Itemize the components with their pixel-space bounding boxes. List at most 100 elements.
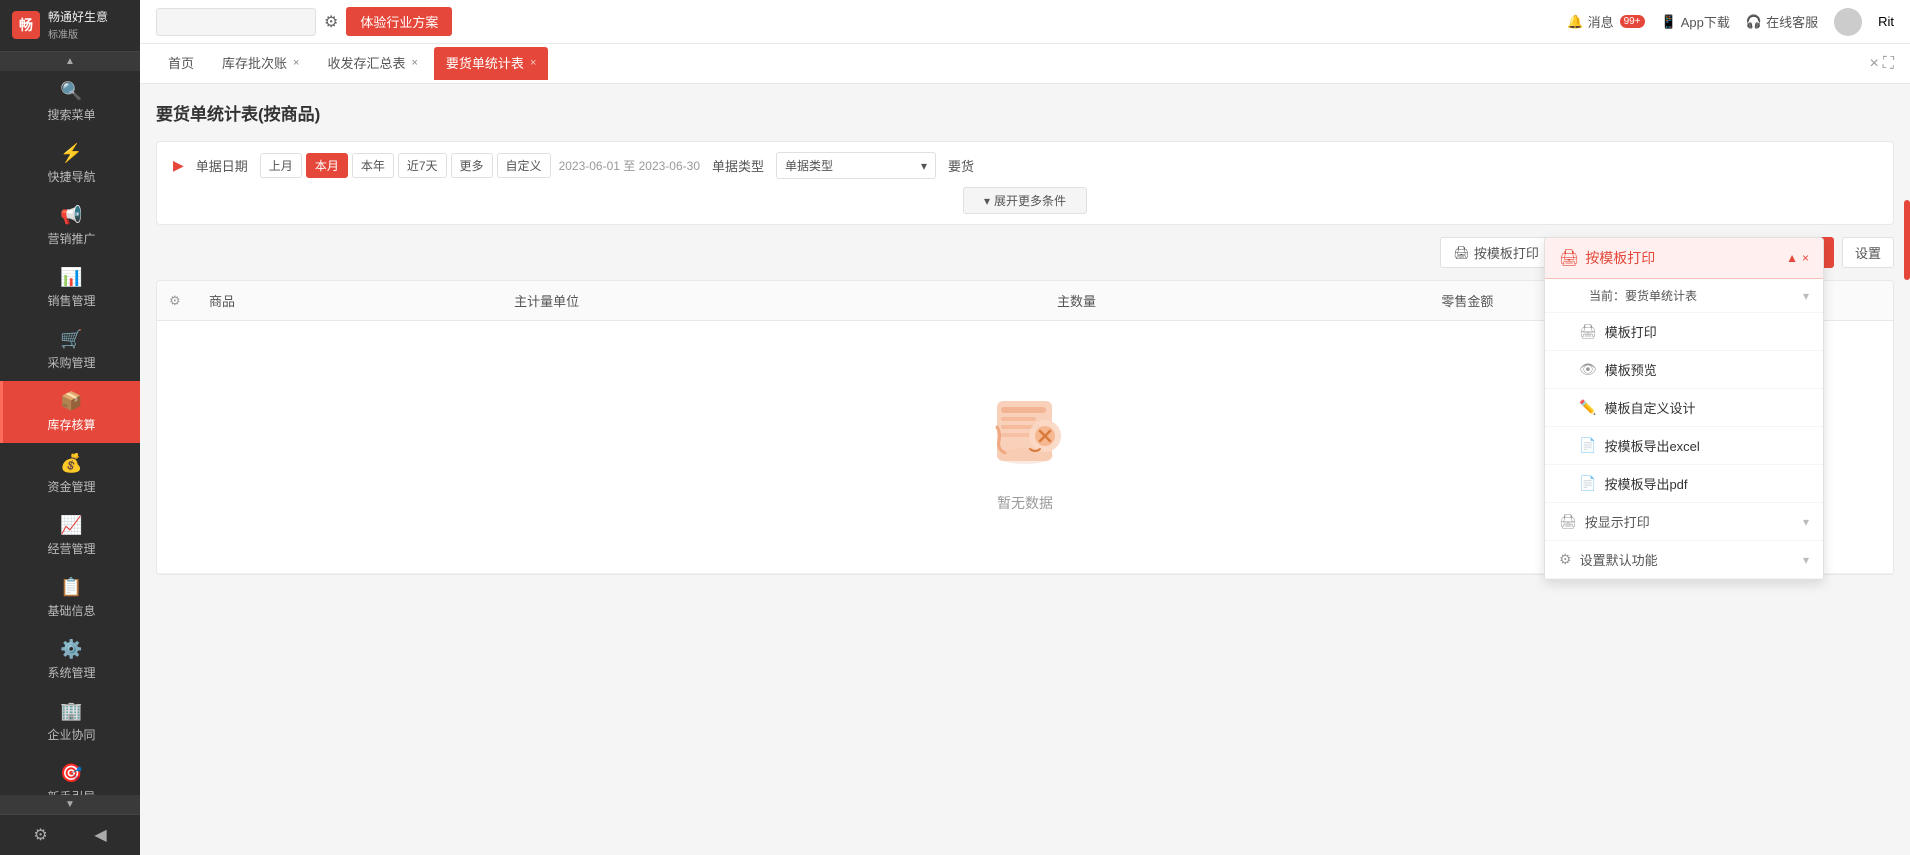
pdf-item-icon: 📄	[1579, 475, 1596, 492]
sidebar-label-marketing: 营销推广	[47, 230, 95, 247]
messages-btn[interactable]: 🔔 消息 99+	[1567, 12, 1644, 31]
empty-illustration	[975, 381, 1075, 481]
app-logo: 畅 畅通好生意 标准版	[0, 0, 140, 52]
display-print-icon: 🖨	[1559, 513, 1577, 530]
sidebar-item-basic-info[interactable]: 📋 基础信息	[0, 567, 140, 629]
messages-badge: 99+	[1620, 15, 1645, 28]
sidebar-item-newbie[interactable]: 🎯 新手引导	[0, 753, 140, 795]
doc-type-filter-label: 单据类型	[712, 156, 764, 175]
quick-nav-icon: ⚡	[60, 143, 82, 164]
date-btn-prev-month[interactable]: 上月	[260, 153, 302, 178]
date-btn-custom[interactable]: 自定义	[497, 153, 551, 178]
dropdown-sub-display-print-label: 按显示打印	[1585, 512, 1650, 531]
chevron-down-icon: ▾	[984, 194, 990, 208]
sidebar-item-operations[interactable]: 📈 经营管理	[0, 505, 140, 567]
tab-order-stats-label: 要货单统计表	[446, 53, 524, 72]
settings-gear-icon[interactable]: ⚙	[324, 12, 338, 32]
settings-btn[interactable]: 设置	[1842, 237, 1894, 268]
print-label: 按模板打印	[1474, 243, 1539, 262]
newbie-icon: 🎯	[60, 763, 82, 784]
sidebar-label-operations: 经营管理	[47, 540, 95, 557]
finance-icon: 💰	[60, 453, 82, 474]
table-settings-icon[interactable]: ⚙	[169, 293, 181, 308]
dropdown-item-export-excel-label: 按模板导出excel	[1604, 436, 1699, 455]
dropdown-current-label: 当前：要货单统计表	[1589, 287, 1697, 304]
tabs-bar: 首页 库存批次账 × 收发存汇总表 × 要货单统计表 × × ⛶	[140, 44, 1910, 84]
sidebar-item-purchase[interactable]: 🛒 采购管理	[0, 319, 140, 381]
headset-icon: 🎧	[1746, 14, 1762, 30]
date-btn-more[interactable]: 更多	[451, 153, 493, 178]
sidebar-item-inventory[interactable]: 📦 库存核算	[0, 381, 140, 443]
search-icon: 🔍	[60, 81, 82, 102]
dropdown-sub-display-print[interactable]: 🖨 按显示打印 ▾	[1545, 503, 1823, 541]
chevron-right-icon2: ▾	[1803, 553, 1809, 567]
chevron-up-icon[interactable]: ▲	[1786, 251, 1798, 265]
date-btn-7days[interactable]: 近7天	[398, 153, 447, 178]
settings-icon[interactable]: ⚙	[33, 825, 47, 845]
sidebar-scroll-up[interactable]: ▲	[0, 52, 140, 71]
sidebar-item-search[interactable]: 🔍 搜索菜单	[0, 71, 140, 133]
expand-filter-label: 展开更多条件	[994, 192, 1066, 209]
doc-type-select[interactable]: 单据类型 ▾	[776, 152, 936, 179]
app-download-label: App下载	[1681, 12, 1730, 31]
search-input[interactable]	[156, 8, 316, 36]
sidebar-scroll-down[interactable]: ▼	[0, 795, 140, 814]
sidebar-item-system[interactable]: ⚙️ 系统管理	[0, 629, 140, 691]
tab-batch-account-close[interactable]: ×	[293, 57, 299, 69]
tab-home[interactable]: 首页	[156, 47, 206, 80]
dropdown-current[interactable]: 当前：要货单统计表 ▾	[1545, 279, 1823, 313]
sidebar-item-quick-nav[interactable]: ⚡ 快捷导航	[0, 133, 140, 195]
dropdown-item-template-preview[interactable]: 👁 模板预览	[1545, 351, 1823, 389]
date-btn-current-month[interactable]: 本月	[306, 153, 348, 178]
expand-filter-btn[interactable]: ▾ 展开更多条件	[963, 187, 1087, 214]
tab-batch-account[interactable]: 库存批次账 ×	[210, 47, 311, 80]
sidebar-label-newbie: 新手引导	[47, 788, 95, 795]
default-setting-icon: ⚙	[1559, 551, 1572, 568]
dropdown-item-template-custom-label: 模板自定义设计	[1604, 398, 1695, 417]
sidebar-item-finance[interactable]: 💰 资金管理	[0, 443, 140, 505]
page-title: 要货单统计表(按商品)	[156, 100, 1894, 125]
sidebar-nav: 🔍 搜索菜单 ⚡ 快捷导航 📢 营销推广 📊 销售管理 🛒 采购管理 📦 库存核…	[0, 71, 140, 795]
dropdown-item-export-pdf-label: 按模板导出pdf	[1604, 474, 1687, 493]
sidebar-item-sales[interactable]: 📊 销售管理	[0, 257, 140, 319]
date-btn-current-year[interactable]: 本年	[352, 153, 394, 178]
dropdown-item-template-print-label: 模板打印	[1605, 322, 1657, 341]
app-download-btn[interactable]: 📱 App下载	[1661, 12, 1730, 31]
print-icon: 🖨	[1453, 245, 1470, 261]
sidebar: 畅 畅通好生意 标准版 ▲ 🔍 搜索菜单 ⚡ 快捷导航 📢 营销推广 📊 销售管…	[0, 0, 140, 855]
filter-toggle-icon[interactable]: ▶	[173, 157, 184, 174]
tabs-close-all-icon[interactable]: ×	[1869, 55, 1878, 73]
filter-row: ▶ 单据日期 上月 本月 本年 近7天 更多 自定义 2023-06-01 至 …	[173, 152, 1877, 179]
tab-collection-summary[interactable]: 收发存汇总表 ×	[315, 47, 429, 80]
doc-type-value: 单据类型	[785, 157, 833, 174]
trial-btn[interactable]: 体验行业方案	[346, 7, 452, 36]
tab-batch-account-label: 库存批次账	[222, 53, 287, 72]
tab-order-stats-close[interactable]: ×	[530, 57, 536, 69]
avatar[interactable]	[1834, 8, 1862, 36]
filter-bar: ▶ 单据日期 上月 本月 本年 近7天 更多 自定义 2023-06-01 至 …	[156, 141, 1894, 225]
th-settings: ⚙	[157, 281, 197, 321]
th-unit: 主计量单位	[502, 281, 1045, 321]
th-product: 商品	[197, 281, 502, 321]
sidebar-item-enterprise[interactable]: 🏢 企业协同	[0, 691, 140, 753]
resize-handle[interactable]	[1904, 200, 1910, 280]
enterprise-icon: 🏢	[60, 701, 82, 722]
app-name: 畅通好生意	[48, 10, 108, 26]
date-range-text: 2023-06-01 至 2023-06-30	[559, 157, 700, 174]
dropdown-item-export-excel[interactable]: 📄 按模板导出excel	[1545, 427, 1823, 465]
sidebar-item-marketing[interactable]: 📢 营销推广	[0, 195, 140, 257]
dropdown-item-template-custom[interactable]: ✏️ 模板自定义设计	[1545, 389, 1823, 427]
print-item-icon: 🖨	[1579, 323, 1597, 340]
tab-order-stats[interactable]: 要货单统计表 ×	[434, 47, 548, 80]
sound-icon[interactable]: ◀	[94, 825, 106, 845]
excel-item-icon: 📄	[1579, 437, 1596, 454]
print-header-icon: 🖨	[1559, 248, 1579, 268]
online-service-btn[interactable]: 🎧 在线客服	[1746, 12, 1818, 31]
close-dropdown-icon[interactable]: ×	[1802, 251, 1809, 265]
tabs-expand-icon[interactable]: ⛶	[1883, 55, 1894, 73]
dropdown-item-export-pdf[interactable]: 📄 按模板导出pdf	[1545, 465, 1823, 503]
dropdown-sub-default-setting[interactable]: ⚙ 设置默认功能 ▾	[1545, 541, 1823, 579]
sidebar-label-inventory: 库存核算	[47, 416, 95, 433]
dropdown-item-template-print[interactable]: 🖨 模板打印	[1545, 313, 1823, 351]
tab-collection-summary-close[interactable]: ×	[411, 57, 417, 69]
